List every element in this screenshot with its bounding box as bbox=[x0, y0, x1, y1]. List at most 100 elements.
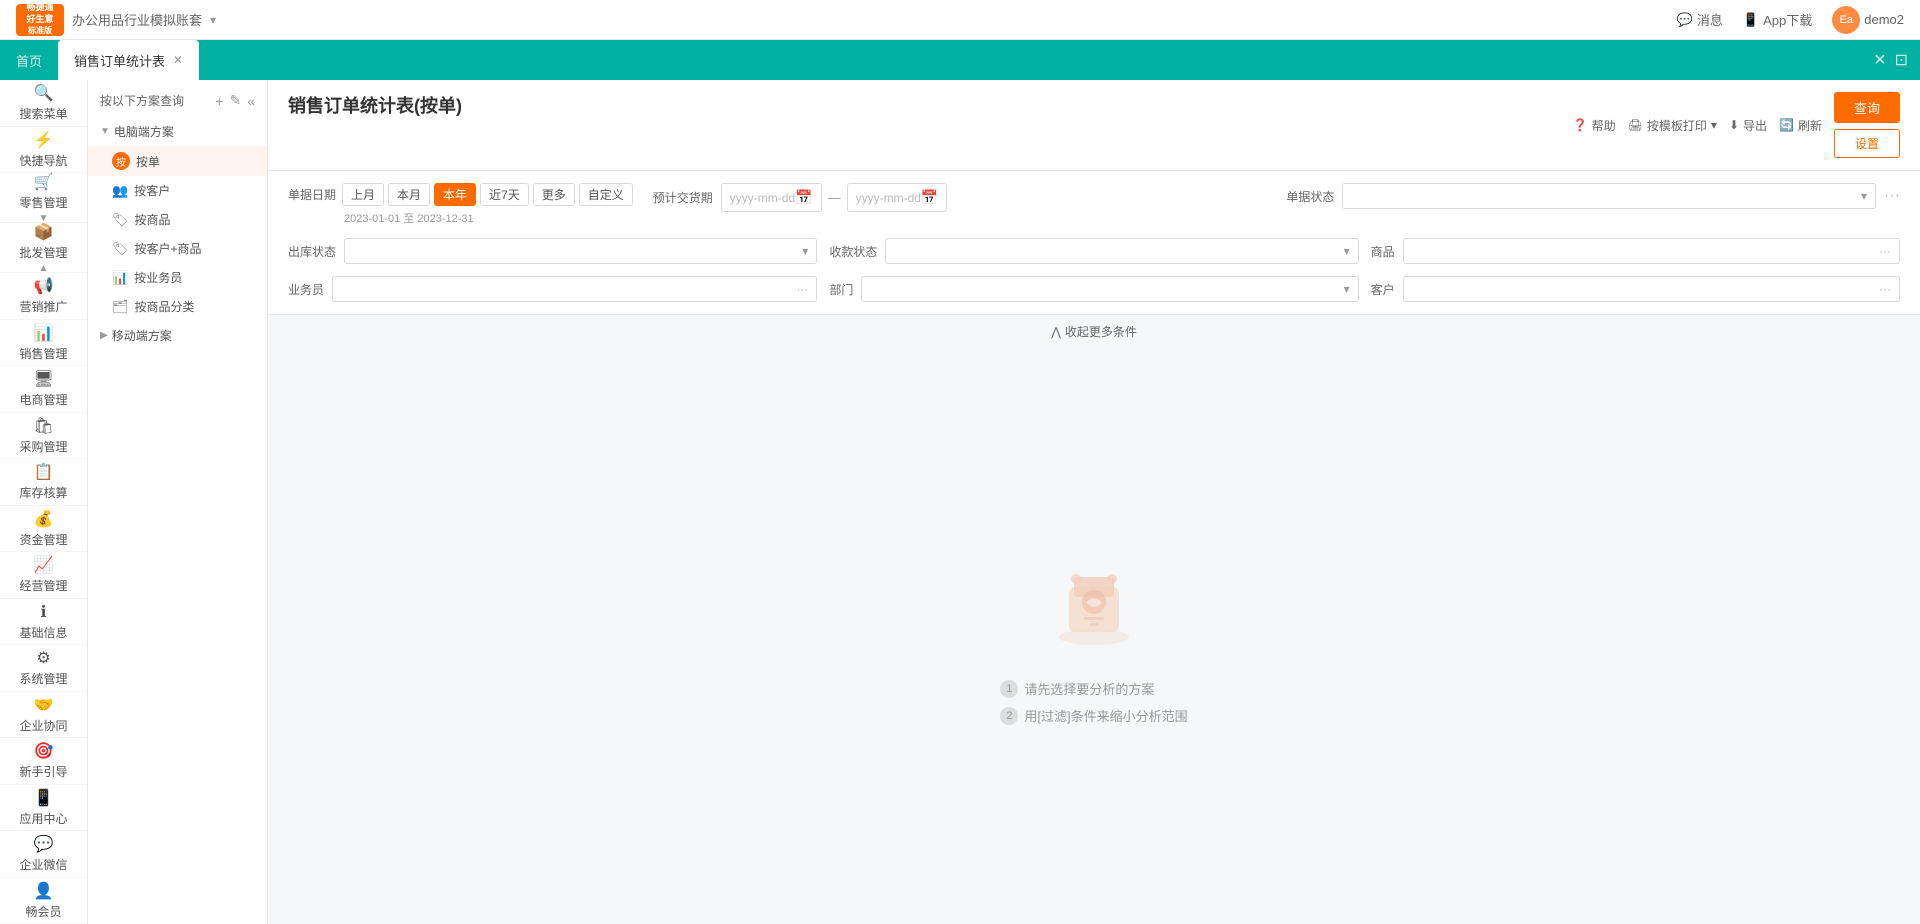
sidebar-item-search[interactable]: 🔍 搜索菜单 bbox=[0, 80, 87, 127]
empty-illustration bbox=[1034, 547, 1154, 667]
setting-btn[interactable]: 设置 bbox=[1834, 129, 1900, 158]
sidebar-item-quicknav[interactable]: ⚡ 快捷导航 bbox=[0, 127, 87, 174]
sidebar-item-appcenter-label: 应用中心 bbox=[19, 810, 67, 827]
customer-input[interactable]: ··· bbox=[1403, 276, 1900, 302]
template-print-btn[interactable]: 🖨 按模板打印 ▾ bbox=[1628, 117, 1717, 134]
sidebar-item-marketing[interactable]: 📢 营销推广 bbox=[0, 273, 87, 320]
sidebar-item-wholesale[interactable]: 📦 批发管理 ▲ bbox=[0, 223, 87, 273]
scheme-item-by-order[interactable]: 按 按单 bbox=[88, 146, 267, 176]
wechat-icon: 💬 bbox=[34, 834, 54, 854]
query-btn[interactable]: 查询 bbox=[1834, 92, 1900, 123]
collab-icon: 🤝 bbox=[34, 695, 54, 715]
sidebar-item-purchase-label: 采购管理 bbox=[19, 438, 67, 455]
empty-tip-1-text: 请先选择要分析的方案 bbox=[1024, 679, 1154, 698]
period-custom[interactable]: 自定义 bbox=[579, 183, 633, 206]
scheme-add-btn[interactable]: + bbox=[215, 93, 223, 109]
refresh-btn[interactable]: 🔄 刷新 bbox=[1779, 117, 1822, 134]
scheme-collapse-btn[interactable]: « bbox=[247, 93, 255, 109]
period-more[interactable]: 更多 bbox=[533, 183, 575, 206]
system-icon: ⚙ bbox=[36, 648, 50, 668]
sidebar-item-management[interactable]: 📈 经营管理 bbox=[0, 552, 87, 599]
payment-dropdown: ▾ bbox=[1344, 244, 1350, 258]
out-status-select[interactable]: ▾ bbox=[344, 238, 817, 264]
combo-scheme-icon: 🏷 bbox=[112, 241, 129, 257]
scheme-panel-header: 按以下方案查询 + ✎ « bbox=[88, 88, 267, 117]
filter-goods-cell: 商品 ··· bbox=[1371, 238, 1900, 264]
title-dropdown-icon[interactable]: ▾ bbox=[210, 13, 216, 27]
tab-home[interactable]: 首页 bbox=[0, 40, 58, 80]
sidebar-item-management-label: 经营管理 bbox=[19, 577, 67, 594]
help-btn[interactable]: ❓ 帮助 bbox=[1573, 117, 1616, 134]
period-prev-month[interactable]: 上月 bbox=[342, 183, 384, 206]
status-more-icon[interactable]: ··· bbox=[1884, 187, 1900, 205]
sidebar-item-appcenter[interactable]: 📱 应用中心 bbox=[0, 785, 87, 832]
scheme-item-by-goods[interactable]: 🏷 按商品 bbox=[88, 205, 267, 234]
salesperson-input[interactable]: ··· bbox=[332, 276, 817, 302]
mobile-group-arrow: ▶ bbox=[100, 330, 108, 341]
export-btn[interactable]: ⬇ 导出 bbox=[1729, 117, 1767, 134]
message-btn[interactable]: 💬 消息 bbox=[1677, 10, 1723, 29]
expected-date-label: 预计交货期 bbox=[653, 189, 713, 206]
period-7days[interactable]: 近7天 bbox=[480, 183, 529, 206]
scheme-group-mobile-title[interactable]: ▶ 移动端方案 bbox=[88, 321, 267, 350]
filter-customer-cell: 客户 ··· bbox=[1371, 276, 1900, 302]
scheme-item-by-customer[interactable]: 👥 按客户 bbox=[88, 176, 267, 205]
sidebar-item-vip[interactable]: 👤 畅会员 bbox=[0, 878, 87, 924]
empty-tip-2-text: 用[过滤]条件来缩小分析范围 bbox=[1024, 706, 1187, 725]
sidebar-item-retail[interactable]: 🛒 零售管理 ▼ bbox=[0, 173, 87, 223]
status-dropdown-icon: ▾ bbox=[1861, 189, 1867, 203]
outstatus-label: 出库状态 bbox=[288, 243, 336, 260]
export-label: 导出 bbox=[1743, 117, 1767, 134]
filter-dept-cell: 部门 ▾ bbox=[829, 276, 1358, 302]
period-this-year[interactable]: 本年 bbox=[434, 183, 476, 206]
tip-num-1-text: 1 bbox=[1006, 683, 1012, 695]
scheme-active-dot: 按 bbox=[112, 152, 130, 170]
user-menu[interactable]: Ea demo2 bbox=[1832, 6, 1904, 34]
message-icon: 💬 bbox=[1677, 12, 1693, 28]
payment-select[interactable]: ▾ bbox=[885, 238, 1358, 264]
sidebar-item-wholesale-label: 批发管理 bbox=[19, 244, 67, 261]
sidebar-item-basic-info[interactable]: ℹ 基础信息 bbox=[0, 599, 87, 646]
customer-scheme-icon: 👥 bbox=[112, 183, 128, 199]
group-label: 电脑端方案 bbox=[114, 123, 174, 140]
expected-date-end[interactable]: yyyy-mm-dd 📅 bbox=[847, 183, 948, 212]
tab-close-btn[interactable]: ✕ bbox=[173, 53, 183, 67]
tab-home-label: 首页 bbox=[16, 51, 42, 70]
sidebar-item-sales[interactable]: 📊 销售管理 bbox=[0, 320, 87, 367]
tab-sales-order-label: 销售订单统计表 bbox=[74, 51, 165, 70]
scheme-item-by-category[interactable]: 🗂 按商品分类 bbox=[88, 292, 267, 321]
top-bar: 畅捷通好生意标准版 办公用品行业模拟账套 ▾ 💬 消息 📱 App下载 Ea d… bbox=[0, 0, 1920, 40]
goods-input[interactable]: ··· bbox=[1403, 238, 1900, 264]
dept-dropdown: ▾ bbox=[1344, 282, 1350, 296]
sidebar-item-ecommerce[interactable]: 🖥 电商管理 bbox=[0, 366, 87, 413]
calendar-icon-2: 📅 bbox=[921, 189, 938, 206]
sidebar-item-system[interactable]: ⚙ 系统管理 bbox=[0, 645, 87, 692]
scheme-edit-btn[interactable]: ✎ bbox=[229, 92, 241, 109]
tab-restore-icon[interactable]: ⊡ bbox=[1895, 50, 1908, 70]
dept-select[interactable]: ▾ bbox=[861, 276, 1358, 302]
sidebar-item-guide[interactable]: 🎯 新手引导 bbox=[0, 738, 87, 785]
sidebar-item-collab[interactable]: 🤝 企业协同 bbox=[0, 692, 87, 739]
retail-icon: 🛒 bbox=[34, 172, 54, 192]
customer-more-icon: ··· bbox=[1879, 282, 1891, 296]
period-this-month[interactable]: 本月 bbox=[388, 183, 430, 206]
print-icon: 🖨 bbox=[1628, 118, 1643, 132]
sidebar-item-purchase[interactable]: 🛍 采购管理 bbox=[0, 413, 87, 460]
sidebar-item-inventory[interactable]: 📋 库存核算 bbox=[0, 459, 87, 506]
sidebar-item-guide-label: 新手引导 bbox=[19, 763, 67, 780]
sidebar-item-finance[interactable]: 💰 资金管理 bbox=[0, 506, 87, 553]
scheme-item-by-salesperson[interactable]: 📊 按业务员 bbox=[88, 263, 267, 292]
message-label: 消息 bbox=[1697, 10, 1723, 29]
sidebar-item-wechat[interactable]: 💬 企业微信 bbox=[0, 831, 87, 878]
status-select[interactable]: ▾ bbox=[1342, 183, 1876, 209]
tab-sales-order[interactable]: 销售订单统计表 ✕ bbox=[58, 40, 199, 80]
tab-close-all-icon[interactable]: ✕ bbox=[1873, 50, 1886, 70]
scheme-group-desktop-title[interactable]: ▼ 电脑端方案 bbox=[88, 117, 267, 146]
app-download-btn[interactable]: 📱 App下载 bbox=[1743, 10, 1812, 29]
page-header-actions: ❓ 帮助 🖨 按模板打印 ▾ ⬇ 导出 🔄 刷新 bbox=[1573, 92, 1900, 170]
app-logo: 畅捷通好生意标准版 bbox=[16, 4, 64, 36]
expected-date-start[interactable]: yyyy-mm-dd 📅 bbox=[721, 183, 822, 212]
date-separator: — bbox=[828, 190, 841, 205]
scheme-item-by-customer-goods[interactable]: 🏷 按客户+商品 bbox=[88, 234, 267, 263]
collapse-bar[interactable]: ⋀ 收起更多条件 bbox=[268, 315, 1920, 348]
